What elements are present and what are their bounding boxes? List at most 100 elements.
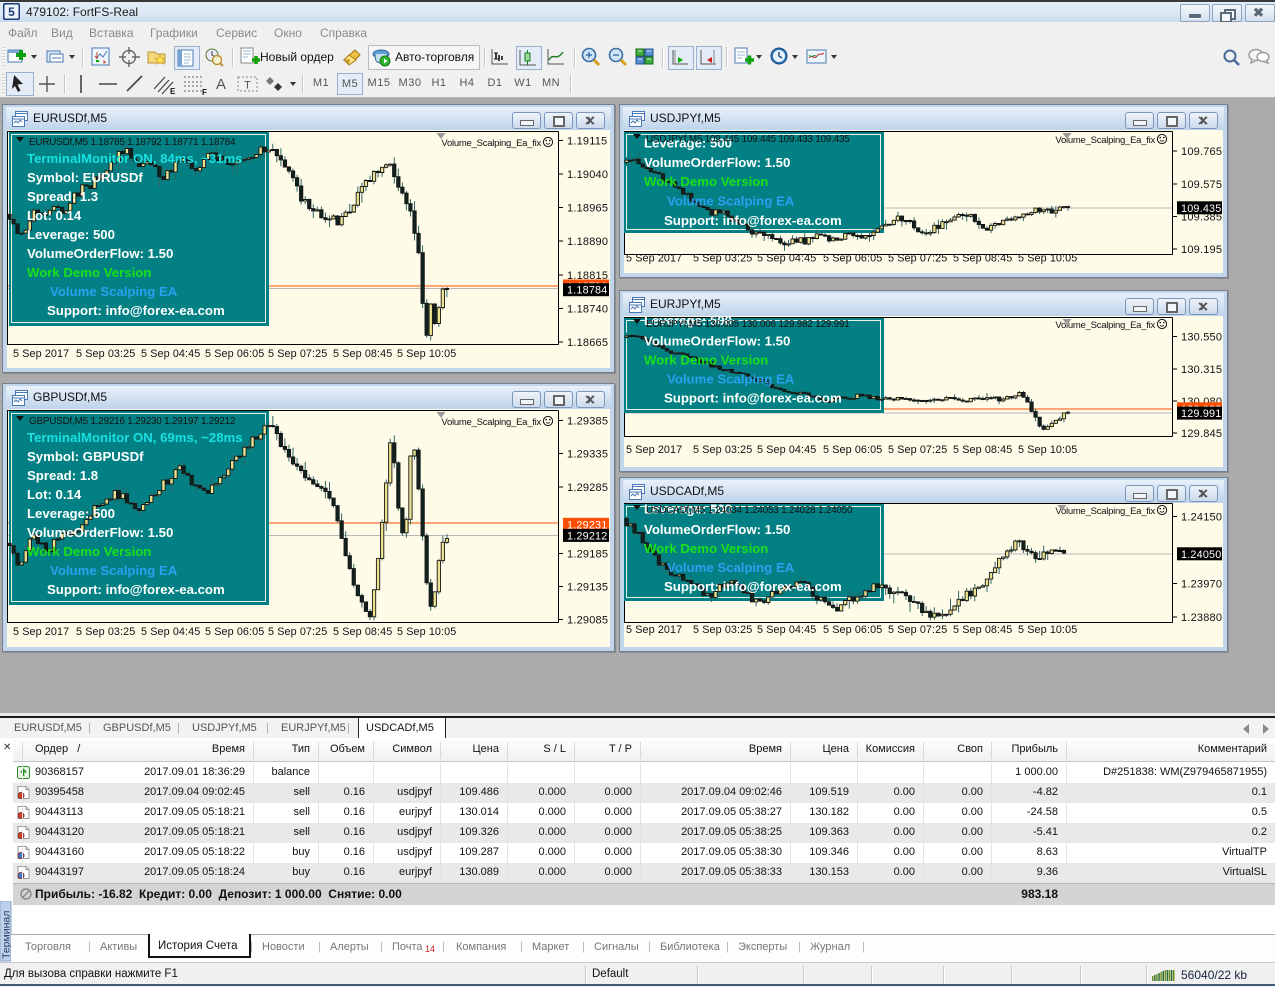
svg-text:1.29085: 1.29085 (567, 615, 608, 627)
svg-text:USDCADf,M5 1.24034 1.24053 1.2: USDCADf,M5 1.24034 1.24053 1.24028 1.240… (646, 505, 853, 516)
svg-text:5 Sep 04:45: 5 Sep 04:45 (757, 624, 816, 636)
svg-text:5 Sep 07:25: 5 Sep 07:25 (888, 253, 947, 265)
svg-text:1.23970: 1.23970 (1181, 579, 1222, 591)
svg-text:F: F (202, 88, 207, 95)
svg-text:1.29135: 1.29135 (567, 582, 608, 594)
svg-text:5 Sep 06:05: 5 Sep 06:05 (823, 624, 882, 636)
svg-text:Volume Scalping EA: Volume Scalping EA (667, 371, 795, 386)
svg-text:Volume_Scalping_Ea_fix: Volume_Scalping_Ea_fix (441, 417, 541, 428)
svg-text:5 Sep 07:25: 5 Sep 07:25 (888, 444, 947, 456)
svg-text:5 Sep 06:05: 5 Sep 06:05 (205, 626, 264, 638)
svg-text:1.18965: 1.18965 (567, 203, 608, 215)
svg-text:Leverage: 500: Leverage: 500 (27, 506, 115, 521)
svg-text:Volume_Scalping_Ea_fix: Volume_Scalping_Ea_fix (1055, 320, 1155, 331)
svg-text:109.195: 109.195 (1181, 244, 1222, 256)
svg-text:5 Sep 03:25: 5 Sep 03:25 (693, 624, 752, 636)
svg-text:Work Demo Version: Work Demo Version (644, 541, 768, 556)
svg-text:Spread: 1.3: Spread: 1.3 (27, 189, 98, 204)
svg-text:5 Sep 08:45: 5 Sep 08:45 (953, 444, 1012, 456)
svg-text:1.24150: 1.24150 (1181, 512, 1222, 524)
svg-text:Support: info@forex-ea.com: Support: info@forex-ea.com (664, 213, 842, 228)
svg-text:5 Sep 10:05: 5 Sep 10:05 (1018, 444, 1077, 456)
svg-text:1.29285: 1.29285 (567, 482, 608, 494)
svg-text:1.19040: 1.19040 (567, 169, 608, 181)
svg-text:5 Sep 04:45: 5 Sep 04:45 (141, 626, 200, 638)
svg-text:Work Demo Version: Work Demo Version (644, 174, 768, 189)
svg-text:5 Sep 2017: 5 Sep 2017 (626, 444, 682, 456)
svg-text:Volume Scalping EA: Volume Scalping EA (50, 284, 178, 299)
svg-text:5 Sep 03:25: 5 Sep 03:25 (76, 626, 135, 638)
svg-text:5 Sep 07:25: 5 Sep 07:25 (268, 626, 327, 638)
svg-text:Lot: 0.14: Lot: 0.14 (27, 208, 82, 223)
svg-text:Symbol: GBPUSDf: Symbol: GBPUSDf (27, 449, 144, 464)
svg-text:Spread: 1.8: Spread: 1.8 (27, 468, 98, 483)
svg-text:1.23880: 1.23880 (1181, 612, 1222, 624)
svg-text:Support: info@forex-ea.com: Support: info@forex-ea.com (47, 303, 225, 318)
svg-text:5 Sep 2017: 5 Sep 2017 (626, 253, 682, 265)
svg-text:5 Sep 10:05: 5 Sep 10:05 (1018, 624, 1077, 636)
svg-text:TerminalMonitor ON, 69ms, ~28m: TerminalMonitor ON, 69ms, ~28ms (27, 430, 243, 445)
svg-text:1.29335: 1.29335 (567, 449, 608, 461)
svg-text:1.29212: 1.29212 (567, 530, 607, 542)
svg-text:1.18740: 1.18740 (567, 303, 608, 315)
svg-text:5 Sep 10:05: 5 Sep 10:05 (397, 626, 456, 638)
svg-text:5 Sep 10:05: 5 Sep 10:05 (397, 348, 456, 360)
svg-text:Support: info@forex-ea.com: Support: info@forex-ea.com (664, 390, 842, 405)
svg-text:Support: info@forex-ea.com: Support: info@forex-ea.com (47, 582, 225, 597)
svg-text:1.18784: 1.18784 (567, 285, 607, 297)
svg-text:5 Sep 04:45: 5 Sep 04:45 (757, 444, 816, 456)
svg-text:5 Sep 08:45: 5 Sep 08:45 (953, 624, 1012, 636)
svg-text:1.18890: 1.18890 (567, 236, 608, 248)
svg-text:5 Sep 03:25: 5 Sep 03:25 (693, 444, 752, 456)
svg-text:109.765: 109.765 (1181, 146, 1222, 158)
svg-text:5: 5 (8, 5, 15, 19)
svg-text:Work Demo Version: Work Demo Version (27, 265, 151, 280)
svg-text:5 Sep 10:05: 5 Sep 10:05 (1018, 253, 1077, 265)
svg-text:5 Sep 2017: 5 Sep 2017 (13, 348, 69, 360)
svg-text:109.435: 109.435 (1181, 203, 1221, 215)
svg-text:5 Sep 07:25: 5 Sep 07:25 (268, 348, 327, 360)
svg-text:5 Sep 2017: 5 Sep 2017 (626, 624, 682, 636)
svg-text:1.29385: 1.29385 (567, 416, 608, 428)
svg-text:Leverage: 500: Leverage: 500 (27, 227, 115, 242)
svg-text:EURJPYf,M5 130.005 130.006 129: EURJPYf,M5 130.005 130.006 129.982 129.9… (646, 319, 850, 330)
svg-text:Volume Scalping EA: Volume Scalping EA (50, 563, 178, 578)
svg-text:5 Sep 04:45: 5 Sep 04:45 (141, 348, 200, 360)
svg-text:Work Demo Version: Work Demo Version (644, 353, 768, 368)
svg-text:E: E (170, 87, 176, 95)
svg-text:5 Sep 03:25: 5 Sep 03:25 (76, 348, 135, 360)
svg-text:1.19115: 1.19115 (567, 135, 607, 147)
svg-text:109.575: 109.575 (1181, 179, 1222, 191)
svg-text:5 Sep 04:45: 5 Sep 04:45 (757, 253, 816, 265)
svg-text:1.29185: 1.29185 (567, 548, 608, 560)
svg-text:Work Demo Version: Work Demo Version (27, 544, 151, 559)
svg-text:5 Sep 06:05: 5 Sep 06:05 (205, 348, 264, 360)
svg-text:5 Sep 07:25: 5 Sep 07:25 (888, 624, 947, 636)
svg-text:Volume_Scalping_Ea_fix: Volume_Scalping_Ea_fix (1055, 135, 1155, 146)
svg-text:VolumeOrderFlow: 1.50: VolumeOrderFlow: 1.50 (644, 522, 790, 537)
svg-text:5 Sep 2017: 5 Sep 2017 (13, 626, 69, 638)
svg-text:130.550: 130.550 (1181, 332, 1222, 344)
svg-text:TerminalMonitor ON, 84ms, ~31m: TerminalMonitor ON, 84ms, ~31ms (27, 151, 243, 166)
svg-text:Support: info@forex-ea.com: Support: info@forex-ea.com (664, 579, 842, 594)
svg-text:Volume_Scalping_Ea_fix: Volume_Scalping_Ea_fix (1055, 506, 1155, 517)
svg-text:130.315: 130.315 (1181, 364, 1222, 376)
svg-text:129.845: 129.845 (1181, 428, 1222, 440)
svg-text:A: A (216, 76, 226, 93)
svg-text:EURUSDf,M5 1.18785 1.18792 1.: EURUSDf,M5 1.18785 1.18792 1.18771 1.187… (29, 137, 236, 148)
svg-text:VolumeOrderFlow: 1.50: VolumeOrderFlow: 1.50 (644, 334, 790, 349)
svg-text:Lot: 0.14: Lot: 0.14 (27, 487, 82, 502)
svg-text:USDJPYf,M5 109.445 109.445 109: USDJPYf,M5 109.445 109.445 109.433 109.4… (646, 134, 850, 145)
svg-text:5 Sep 03:25: 5 Sep 03:25 (693, 253, 752, 265)
svg-text:5 Sep 08:45: 5 Sep 08:45 (333, 626, 392, 638)
svg-text:Volume Scalping EA: Volume Scalping EA (667, 560, 795, 575)
svg-text:T: T (244, 80, 251, 92)
svg-text:1.18665: 1.18665 (567, 337, 608, 349)
svg-text:5 Sep 06:05: 5 Sep 06:05 (823, 253, 882, 265)
svg-text:Symbol: EURUSDf: Symbol: EURUSDf (27, 170, 143, 185)
svg-text:5 Sep 08:45: 5 Sep 08:45 (953, 253, 1012, 265)
svg-text:5 Sep 08:45: 5 Sep 08:45 (333, 348, 392, 360)
svg-text:VolumeOrderFlow: 1.50: VolumeOrderFlow: 1.50 (644, 155, 790, 170)
svg-text:Volume_Scalping_Ea_fix: Volume_Scalping_Ea_fix (441, 138, 541, 149)
svg-text:129.991: 129.991 (1181, 408, 1221, 420)
